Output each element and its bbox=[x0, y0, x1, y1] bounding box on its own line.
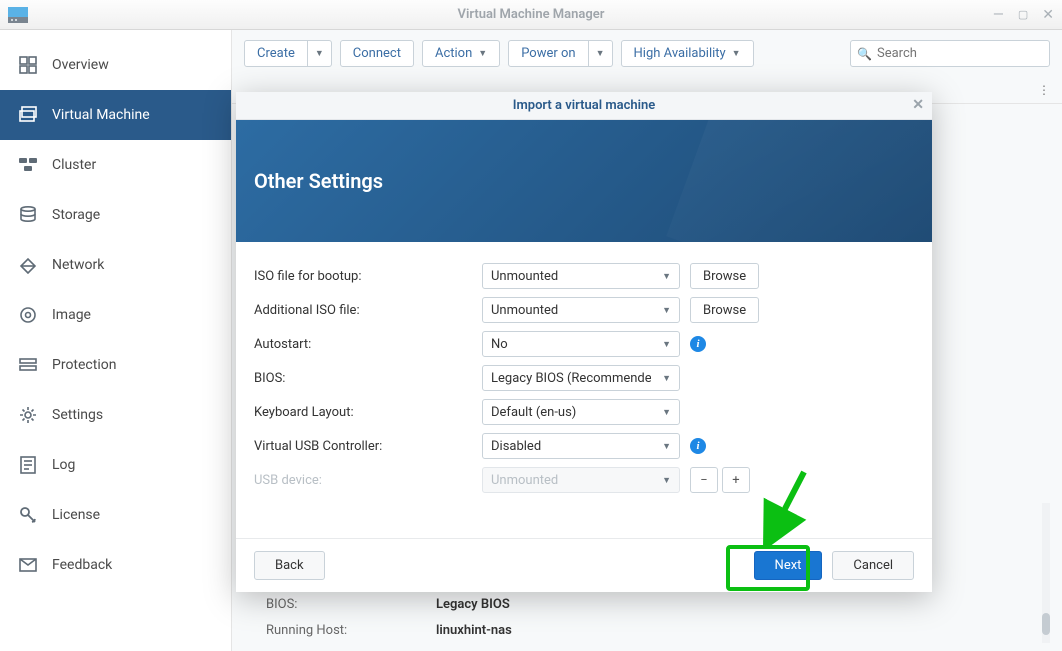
iso-bootup-select[interactable]: Unmounted▼ bbox=[482, 263, 680, 289]
caret-down-icon: ▼ bbox=[662, 475, 671, 486]
additional-iso-browse-button[interactable]: Browse bbox=[690, 297, 759, 323]
dialog-overlay: Import a virtual machine ✕ Other Setting… bbox=[0, 0, 1062, 651]
dialog-footer: Back Next Cancel bbox=[236, 538, 932, 592]
keyboard-layout-label: Keyboard Layout: bbox=[254, 405, 482, 420]
dialog-heading: Other Settings bbox=[254, 169, 383, 193]
caret-down-icon: ▼ bbox=[662, 407, 671, 418]
remove-usb-button[interactable]: − bbox=[690, 467, 718, 493]
dialog-body: ISO file for bootup: Unmounted▼ Browse A… bbox=[236, 242, 932, 538]
additional-iso-select[interactable]: Unmounted▼ bbox=[482, 297, 680, 323]
add-usb-button[interactable]: + bbox=[722, 467, 750, 493]
bios-label: BIOS: bbox=[254, 371, 482, 386]
usb-controller-select[interactable]: Disabled▼ bbox=[482, 433, 680, 459]
usb-device-select: Unmounted▼ bbox=[482, 467, 680, 493]
caret-down-icon: ▼ bbox=[662, 441, 671, 452]
autostart-label: Autostart: bbox=[254, 337, 482, 352]
dialog-close-icon[interactable]: ✕ bbox=[912, 97, 924, 113]
caret-down-icon: ▼ bbox=[662, 339, 671, 350]
dialog-banner: Other Settings bbox=[236, 120, 932, 242]
close-icon[interactable]: ✕ bbox=[1042, 7, 1054, 23]
caret-down-icon: ▼ bbox=[662, 305, 671, 316]
cancel-button[interactable]: Cancel bbox=[832, 551, 914, 580]
import-vm-dialog: Import a virtual machine ✕ Other Setting… bbox=[236, 92, 932, 592]
next-button[interactable]: Next bbox=[754, 551, 823, 580]
usb-controller-label: Virtual USB Controller: bbox=[254, 439, 482, 454]
caret-down-icon: ▼ bbox=[662, 373, 671, 384]
additional-iso-label: Additional ISO file: bbox=[254, 303, 482, 318]
keyboard-layout-select[interactable]: Default (en-us)▼ bbox=[482, 399, 680, 425]
iso-bootup-label: ISO file for bootup: bbox=[254, 269, 482, 284]
bios-select[interactable]: Legacy BIOS (Recommended)▼ bbox=[482, 365, 680, 391]
iso-bootup-browse-button[interactable]: Browse bbox=[690, 263, 759, 289]
dialog-title: Import a virtual machine ✕ bbox=[236, 92, 932, 120]
minimize-icon[interactable]: — bbox=[993, 7, 1004, 23]
maximize-icon[interactable]: ▢ bbox=[1018, 8, 1028, 21]
info-icon[interactable]: i bbox=[690, 336, 706, 352]
caret-down-icon: ▼ bbox=[662, 271, 671, 282]
autostart-select[interactable]: No▼ bbox=[482, 331, 680, 357]
usb-device-label: USB device: bbox=[254, 473, 482, 488]
info-icon[interactable]: i bbox=[690, 438, 706, 454]
back-button[interactable]: Back bbox=[254, 551, 325, 580]
